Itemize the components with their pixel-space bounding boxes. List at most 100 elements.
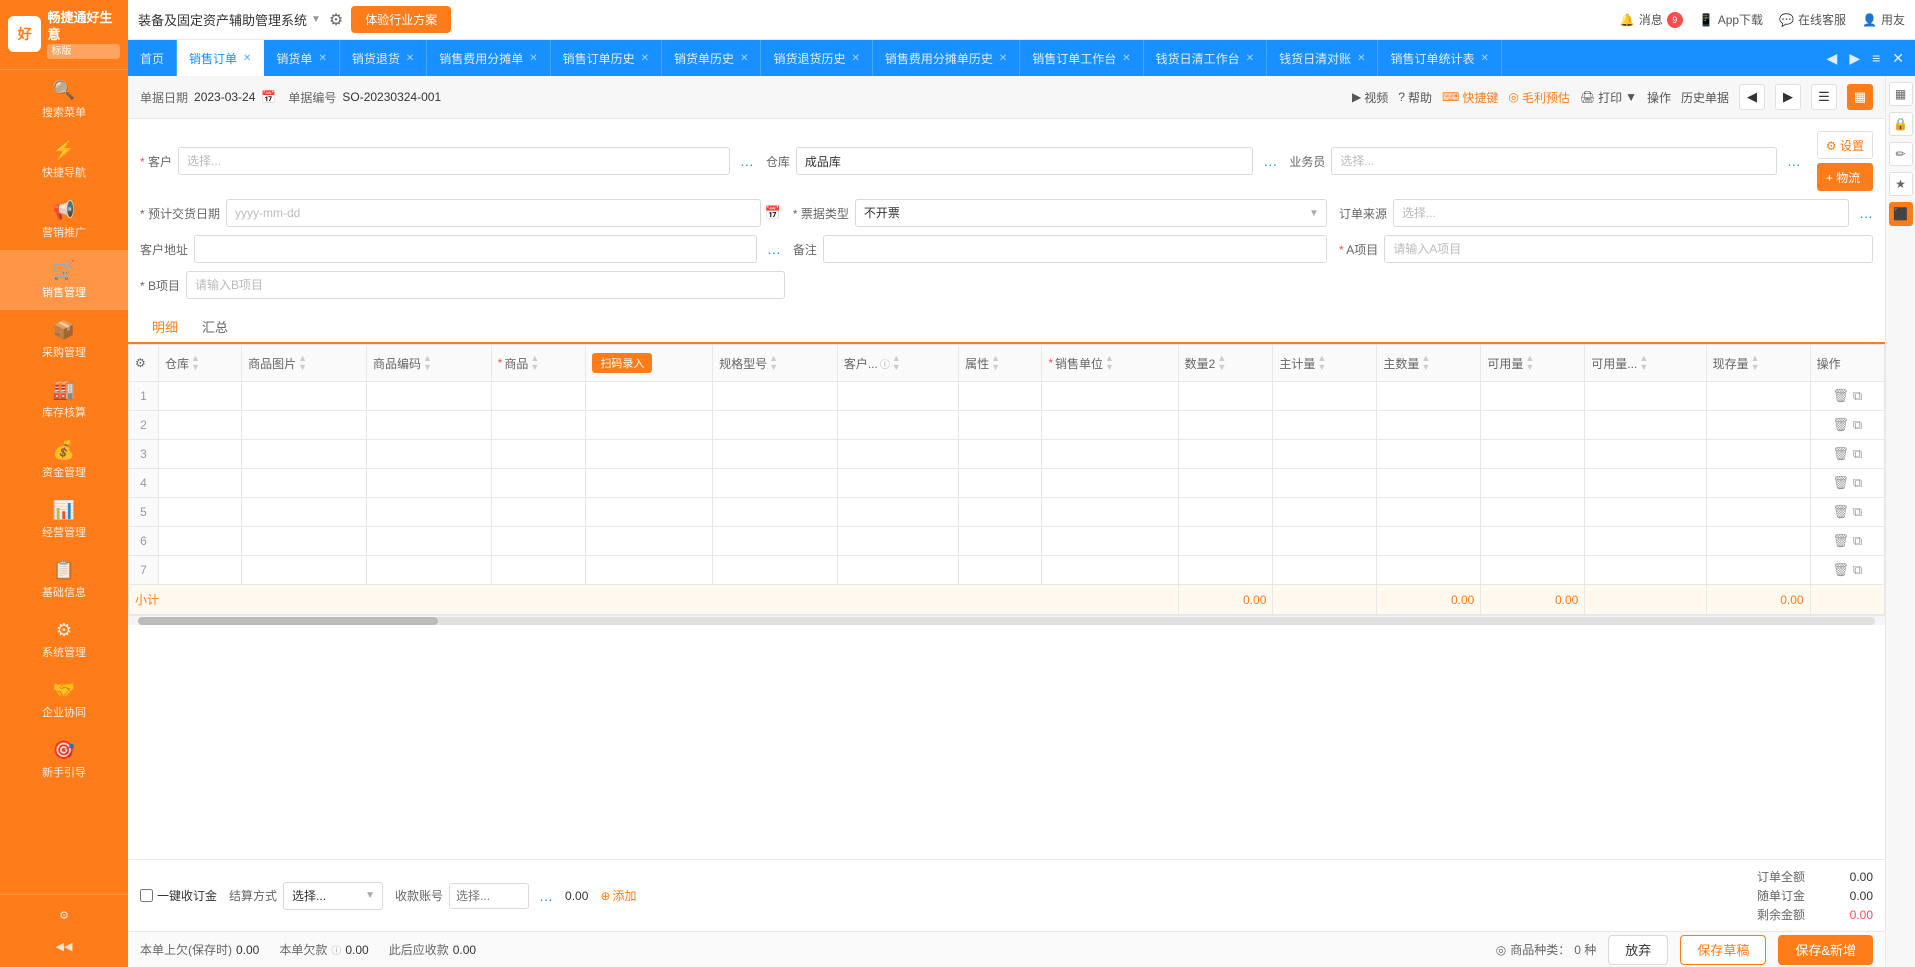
cell-qty2-5[interactable] [1178,498,1273,527]
app-download-btn[interactable]: 📱 App下载 [1699,11,1763,28]
cell-mainunit-3[interactable] [1273,440,1377,469]
cell-name-6[interactable] [491,527,586,556]
tab-close-icon[interactable]: ✕ [318,53,326,64]
b-project-input[interactable] [186,271,785,299]
cell-warehouse-1[interactable] [159,382,242,411]
warehouse-dots-icon[interactable]: … [1263,153,1277,169]
cell-qty2-6[interactable] [1178,527,1273,556]
add-logistics-btn[interactable]: + 物流 [1817,163,1873,191]
a-project-input[interactable] [1384,235,1873,263]
cell-spec-6[interactable] [713,527,838,556]
cell-code-7[interactable] [366,556,491,585]
tab-close-icon[interactable]: ✕ [243,53,251,64]
cell-name-1[interactable] [491,382,586,411]
customer-dots-icon[interactable]: … [740,153,754,169]
online-service-btn[interactable]: 💬 在线客服 [1779,11,1846,28]
invoice-select[interactable]: 不开票 增值税普通发票 增值税专用发票 [855,199,1327,227]
right-panel-star-btn[interactable]: ★ [1889,172,1913,196]
row-delete-btn-4[interactable]: 🗑 [1832,475,1849,491]
shortcut-btn[interactable]: ⌨ 快捷键 [1442,89,1498,106]
sidebar-item-guide[interactable]: 🎯 新手引导 [0,730,128,790]
cell-unit-1[interactable] [1042,382,1178,411]
tab-close-icon[interactable]: ✕ [999,53,1007,64]
tab-sales-order-history[interactable]: 销售订单历史 ✕ [551,40,662,76]
memo-input[interactable] [823,235,1327,263]
cell-unit-7[interactable] [1042,556,1178,585]
tab-sales-expense[interactable]: 销售费用分摊单 ✕ [427,40,550,76]
delivery-input[interactable] [226,199,761,227]
tab-prev-btn[interactable]: ◀ [1822,48,1843,69]
cell-spec-4[interactable] [713,469,838,498]
discard-button[interactable]: 放弃 [1608,935,1668,965]
cell-unit-6[interactable] [1042,527,1178,556]
cell-name-3[interactable] [491,440,586,469]
tab-home[interactable]: 首页 [128,40,177,76]
cell-warehouse-7[interactable] [159,556,242,585]
address-dots-icon[interactable]: … [767,241,781,257]
calendar-icon[interactable]: 📅 [261,90,276,104]
topbar-gear-icon[interactable]: ⚙ [329,10,343,30]
cell-custcode-7[interactable] [837,556,958,585]
scan-btn[interactable]: 扫码录入 [592,353,652,373]
right-panel-lock-btn[interactable]: 🔒 [1889,112,1913,136]
cell-attr-3[interactable] [959,440,1042,469]
sidebar-item-marketing[interactable]: 📢 营销推广 [0,190,128,250]
row-delete-btn-2[interactable]: 🗑 [1832,417,1849,433]
tab-close-icon[interactable]: ✕ [740,53,748,64]
tab-close-icon[interactable]: ✕ [641,53,649,64]
user-avatar[interactable]: 👤 用友 [1862,11,1905,28]
cell-attr-7[interactable] [959,556,1042,585]
right-panel-table-btn[interactable]: ▦ [1889,82,1913,106]
cell-attr-2[interactable] [959,411,1042,440]
cell-warehouse-5[interactable] [159,498,242,527]
sidebar-settings-btn[interactable]: ⚙ [0,903,128,928]
next-record-btn[interactable]: ▶ [1775,84,1801,110]
salesman-input[interactable] [1331,147,1777,175]
tab-sales-return[interactable]: 销货退货 ✕ [340,40,427,76]
sidebar-item-finance[interactable]: 💰 资金管理 [0,430,128,490]
right-panel-edit-btn[interactable]: ✏ [1889,142,1913,166]
tab-close-icon[interactable]: ✕ [851,53,859,64]
history-btn[interactable]: 历史单据 [1681,89,1729,106]
one-click-checkbox[interactable]: 一键收订金 [140,887,217,904]
cell-warehouse-6[interactable] [159,527,242,556]
cell-mainqty-5[interactable] [1377,498,1481,527]
cell-attr-1[interactable] [959,382,1042,411]
cell-code-3[interactable] [366,440,491,469]
row-delete-btn-5[interactable]: 🗑 [1832,504,1849,520]
tab-cash-workbench[interactable]: 钱货日清工作台 ✕ [1144,40,1267,76]
cell-code-1[interactable] [366,382,491,411]
cell-spec-7[interactable] [713,556,838,585]
row-copy-btn-6[interactable]: ⧉ [1853,533,1862,549]
row-delete-btn-1[interactable]: 🗑 [1832,388,1849,404]
cell-custcode-3[interactable] [837,440,958,469]
cell-name-4[interactable] [491,469,586,498]
cell-warehouse-3[interactable] [159,440,242,469]
cell-mainqty-4[interactable] [1377,469,1481,498]
salesman-dots-icon[interactable]: … [1787,153,1801,169]
cell-mainqty-2[interactable] [1377,411,1481,440]
tab-close-icon[interactable]: ✕ [1246,53,1254,64]
payment-select[interactable]: 选择... [283,882,383,910]
row-delete-btn-6[interactable]: 🗑 [1832,533,1849,549]
tab-expense-history[interactable]: 销售费用分摊单历史 ✕ [873,40,1020,76]
sidebar-item-basic[interactable]: 📋 基础信息 [0,550,128,610]
tab-close-icon[interactable]: ✕ [1122,53,1130,64]
tab-detail[interactable]: 明细 [140,311,190,344]
row-copy-btn-3[interactable]: ⧉ [1853,446,1862,462]
operate-btn[interactable]: 操作 [1647,89,1671,106]
order-source-input[interactable] [1393,199,1849,227]
help-btn[interactable]: ? 帮助 [1398,89,1432,106]
cell-warehouse-4[interactable] [159,469,242,498]
cell-code-2[interactable] [366,411,491,440]
prev-record-btn[interactable]: ◀ [1739,84,1765,110]
sidebar-item-system[interactable]: ⚙ 系统管理 [0,610,128,670]
cell-mainqty-1[interactable] [1377,382,1481,411]
tab-close-icon[interactable]: ✕ [1357,53,1365,64]
tab-close-icon[interactable]: ✕ [1481,53,1489,64]
cell-mainunit-4[interactable] [1273,469,1377,498]
cell-qty2-3[interactable] [1178,440,1273,469]
cell-spec-2[interactable] [713,411,838,440]
cell-mainunit-7[interactable] [1273,556,1377,585]
cell-mainunit-6[interactable] [1273,527,1377,556]
